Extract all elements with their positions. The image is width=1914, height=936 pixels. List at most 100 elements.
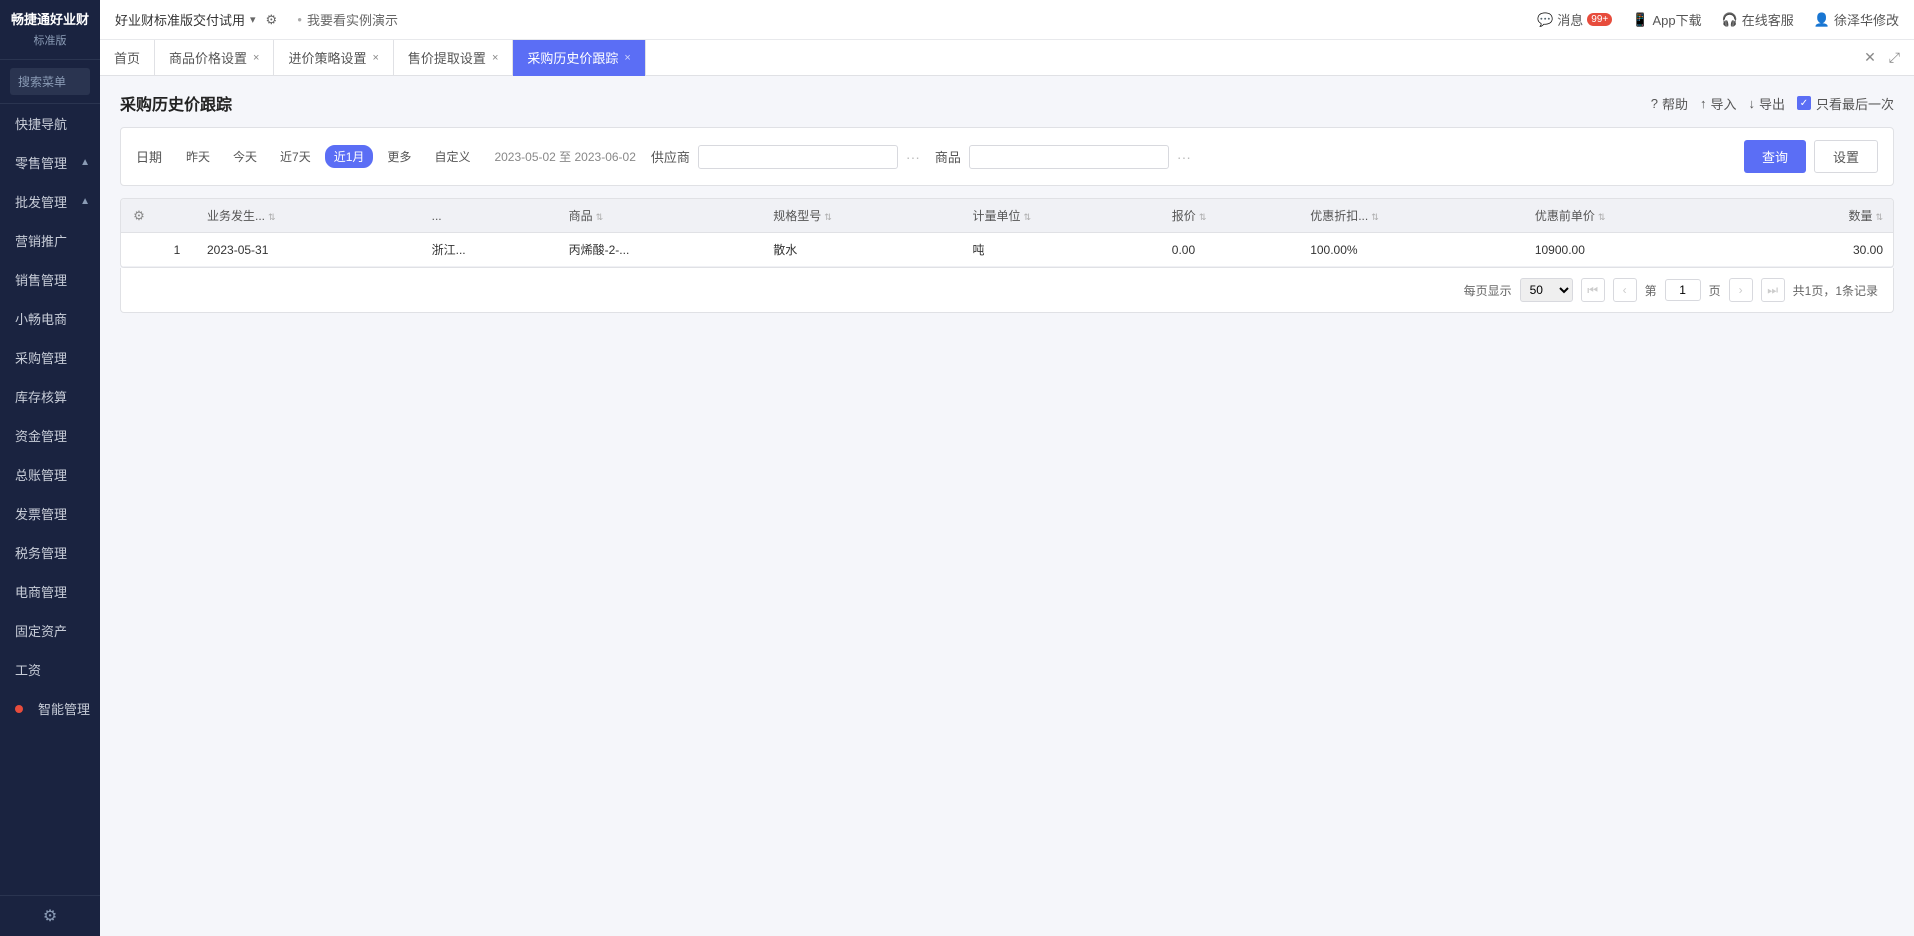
- tab-purchase-history[interactable]: 采购历史价跟踪 ×: [513, 40, 645, 76]
- sidebar-item-invoice[interactable]: 发票管理: [0, 494, 100, 533]
- date-btn-today[interactable]: 今天: [224, 145, 266, 168]
- settings-icon[interactable]: ⚙: [43, 908, 57, 925]
- help-label: 帮助: [1662, 94, 1688, 113]
- user-button[interactable]: 👤 徐泽华修改: [1814, 10, 1899, 29]
- cell-gear: [121, 233, 157, 267]
- app-sub: 标准版: [34, 32, 67, 48]
- tab-home[interactable]: 首页: [100, 40, 155, 76]
- tabs-bar: 首页 商品价格设置 × 进价策略设置 × 售价提取设置 × 采购历史价跟踪 × …: [100, 40, 1914, 76]
- cell-date: 2023-05-31: [197, 233, 422, 267]
- th-more[interactable]: ...: [422, 199, 559, 233]
- query-button[interactable]: 查询: [1744, 140, 1806, 173]
- chevron-icon: ▲: [80, 157, 90, 168]
- message-button[interactable]: 💬 消息 99+: [1537, 10, 1612, 29]
- sidebar-item-label: 零售管理: [15, 153, 67, 172]
- close-tab-purchase-history-icon[interactable]: ×: [624, 52, 630, 64]
- th-settings[interactable]: ⚙: [121, 199, 157, 233]
- tab-goods-price[interactable]: 商品价格设置 ×: [155, 40, 274, 76]
- sidebar-bottom: ⚙: [0, 895, 100, 936]
- th-pre-price[interactable]: 优惠前单价⇅: [1525, 199, 1755, 233]
- import-button[interactable]: ↑ 导入: [1700, 94, 1737, 113]
- goods-input[interactable]: [969, 145, 1169, 169]
- th-goods[interactable]: 商品⇅: [559, 199, 764, 233]
- help-icon: ?: [1651, 96, 1658, 111]
- headset-icon: 🎧: [1722, 12, 1738, 28]
- th-date[interactable]: 业务发生...⇅: [197, 199, 422, 233]
- date-btn-more[interactable]: 更多: [378, 145, 420, 168]
- next-page-button[interactable]: ›: [1729, 278, 1753, 302]
- help-button[interactable]: ? 帮助: [1651, 94, 1688, 113]
- sidebar-item-ecommerce[interactable]: 电商管理: [0, 572, 100, 611]
- sidebar-item-label: 资金管理: [15, 426, 67, 445]
- supplier-input[interactable]: [698, 145, 898, 169]
- th-spec[interactable]: 规格型号⇅: [763, 199, 962, 233]
- demo-link[interactable]: 我要看实例演示: [297, 10, 398, 29]
- page-actions: ? 帮助 ↑ 导入 ↓ 导出 ✓ 只看最后一次: [1651, 94, 1894, 113]
- table-header-row: ⚙ 业务发生...⇅ ... 商品⇅ 规格型号⇅: [121, 199, 1893, 233]
- topbar-right: 💬 消息 99+ 📱 App下载 🎧 在线客服 👤 徐泽华修改: [1537, 10, 1899, 29]
- table-gear-icon: ⚙: [133, 208, 145, 223]
- sort-icon-quantity: ⇅: [1875, 212, 1883, 222]
- sidebar-item-tax[interactable]: 税务管理: [0, 533, 100, 572]
- close-tab-purchase-strategy-icon[interactable]: ×: [372, 52, 378, 64]
- date-btn-custom[interactable]: 自定义: [425, 145, 479, 168]
- th-price[interactable]: 报价⇅: [1162, 199, 1300, 233]
- search-menu-button[interactable]: 搜索菜单: [10, 68, 90, 95]
- th-discount[interactable]: 优惠折扣...⇅: [1300, 199, 1525, 233]
- settings-gear-icon[interactable]: ⚙: [266, 12, 278, 28]
- tab-expand-button[interactable]: ⤢: [1885, 45, 1904, 70]
- last-page-button[interactable]: ⏭: [1761, 278, 1785, 302]
- only-last-checkbox[interactable]: ✓ 只看最后一次: [1797, 94, 1894, 113]
- sidebar-item-wholesale[interactable]: 批发管理 ▲: [0, 182, 100, 221]
- supplier-more-icon[interactable]: ···: [906, 149, 920, 165]
- table-body: 1 2023-05-31 浙江... 丙烯酸-2-... 散水 吨 0.00 1…: [121, 233, 1893, 267]
- tab-selling-price-label: 售价提取设置: [408, 48, 486, 67]
- export-button[interactable]: ↓ 导出: [1748, 94, 1785, 113]
- close-tab-selling-price-icon[interactable]: ×: [492, 52, 498, 64]
- sidebar-item-purchase[interactable]: 采购管理: [0, 338, 100, 377]
- goods-more-icon[interactable]: ···: [1177, 149, 1191, 165]
- tab-close-all-button[interactable]: ✕: [1860, 45, 1880, 70]
- cell-unit: 吨: [963, 233, 1162, 267]
- sidebar-item-retail[interactable]: 零售管理 ▲: [0, 143, 100, 182]
- mobile-icon: 📱: [1632, 12, 1648, 28]
- quick-nav-label: 快捷导航: [15, 114, 67, 133]
- sidebar-item-sales[interactable]: 销售管理: [0, 260, 100, 299]
- close-tab-goods-price-icon[interactable]: ×: [253, 52, 259, 64]
- sidebar-item-finance[interactable]: 资金管理: [0, 416, 100, 455]
- sidebar-item-assets[interactable]: 固定资产: [0, 611, 100, 650]
- tab-selling-price[interactable]: 售价提取设置 ×: [394, 40, 513, 76]
- sidebar-item-label: 总账管理: [15, 465, 67, 484]
- sidebar-item-marketing[interactable]: 营销推广: [0, 221, 100, 260]
- per-page-select[interactable]: 10 20 50 100: [1520, 278, 1573, 302]
- date-range-display: 2023-05-02 至 2023-06-02: [494, 148, 635, 165]
- edition-selector[interactable]: 好业财标准版交付试用 ▾: [115, 10, 256, 29]
- date-btn-1month[interactable]: 近1月: [325, 145, 374, 168]
- sidebar-item-payroll[interactable]: 工资: [0, 650, 100, 689]
- sidebar-item-label: 工资: [15, 660, 41, 679]
- settings-button[interactable]: 设置: [1814, 140, 1878, 173]
- service-label: 在线客服: [1742, 10, 1794, 29]
- sidebar-item-smart[interactable]: 智能管理: [0, 689, 100, 728]
- tab-home-label: 首页: [114, 48, 140, 67]
- sidebar-search-area[interactable]: 搜索菜单: [0, 60, 100, 104]
- sidebar-item-ledger[interactable]: 总账管理: [0, 455, 100, 494]
- first-page-button[interactable]: ⏮: [1581, 278, 1605, 302]
- sidebar-item-inventory[interactable]: 库存核算: [0, 377, 100, 416]
- sidebar-item-label: 发票管理: [15, 504, 67, 523]
- page-input[interactable]: [1665, 279, 1701, 301]
- th-unit[interactable]: 计量单位⇅: [963, 199, 1162, 233]
- cell-price: 0.00: [1162, 233, 1300, 267]
- date-btn-7days[interactable]: 近7天: [271, 145, 320, 168]
- sort-icon-discount: ⇅: [1371, 212, 1379, 222]
- sidebar-quick-nav[interactable]: 快捷导航: [0, 104, 100, 143]
- prev-page-button[interactable]: ‹: [1613, 278, 1637, 302]
- date-btn-yesterday[interactable]: 昨天: [177, 145, 219, 168]
- sidebar-item-ecommerce-small[interactable]: 小畅电商: [0, 299, 100, 338]
- th-quantity[interactable]: 数量⇅: [1755, 199, 1893, 233]
- tab-purchase-strategy[interactable]: 进价策略设置 ×: [274, 40, 393, 76]
- app-download-button[interactable]: 📱 App下载: [1632, 10, 1701, 29]
- online-service-button[interactable]: 🎧 在线客服: [1722, 10, 1794, 29]
- date-quick-buttons: 昨天 今天 近7天 近1月 更多 自定义: [177, 145, 479, 168]
- cell-pre-price: 10900.00: [1525, 233, 1755, 267]
